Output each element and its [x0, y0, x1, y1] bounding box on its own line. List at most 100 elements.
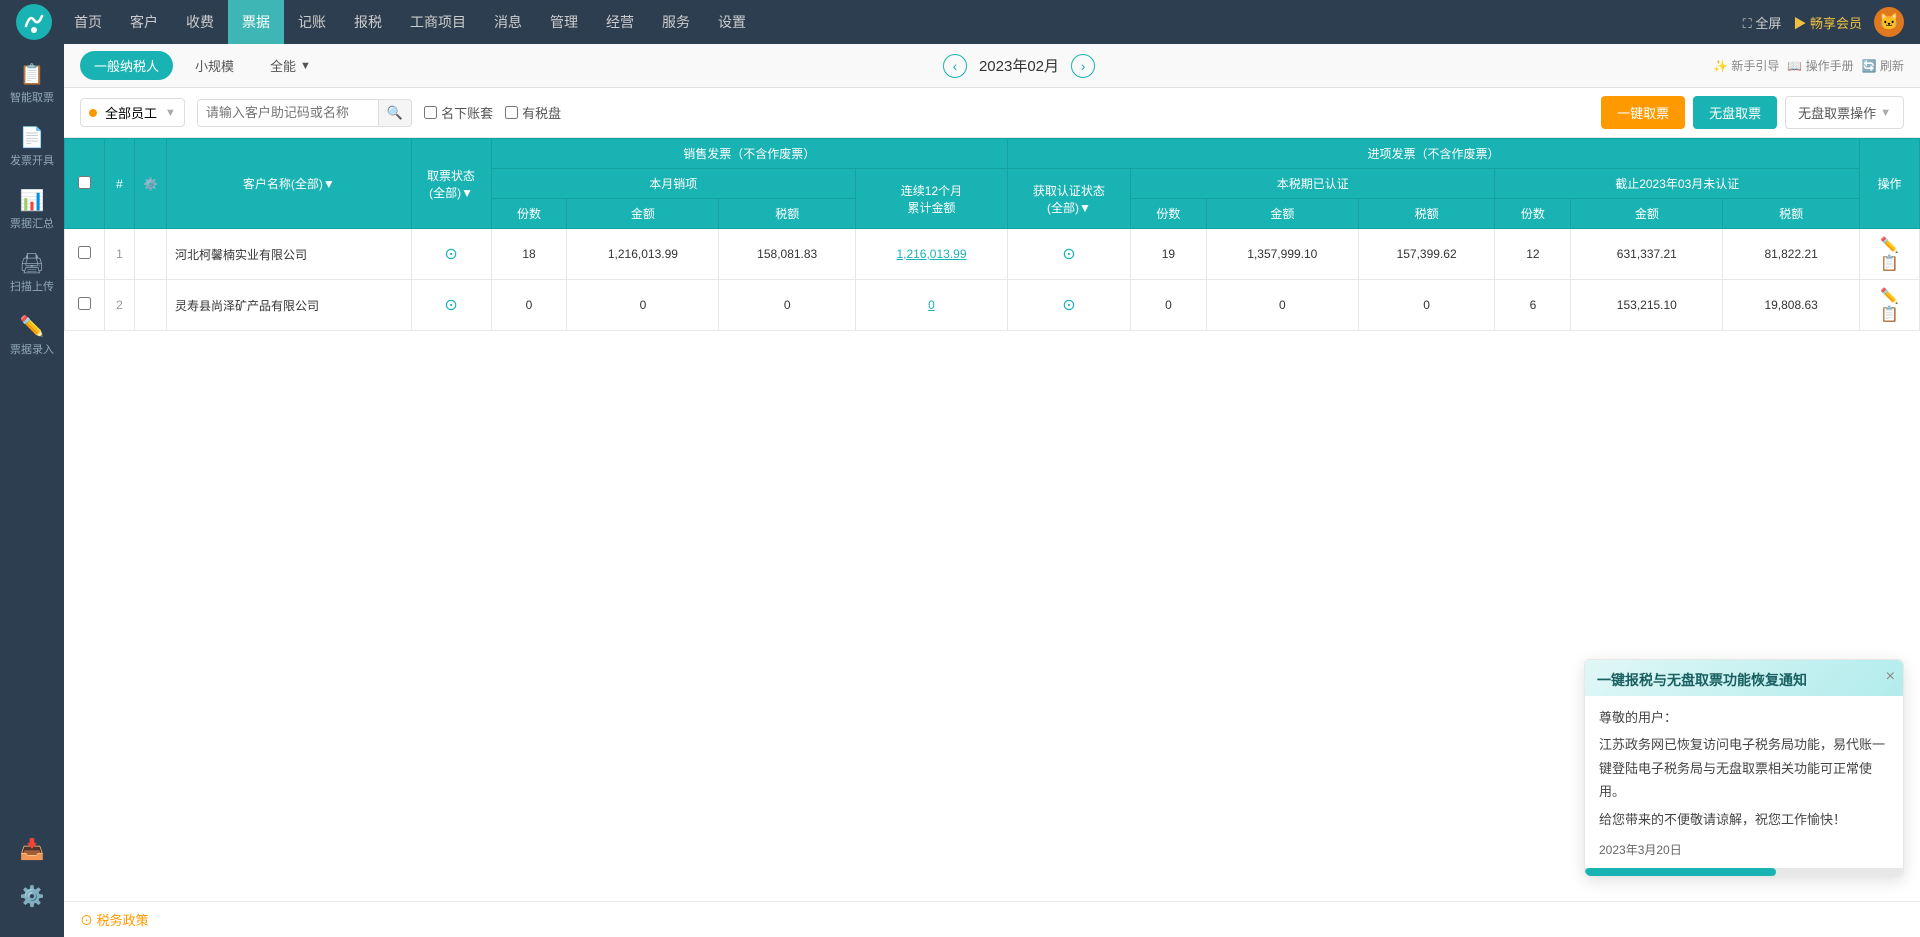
tax-policy-link[interactable]: ⊙ 税务政策 [80, 910, 149, 929]
th-checkbox [65, 139, 105, 229]
detail-icon[interactable]: 📋 [1880, 306, 1899, 323]
th-customer: 客户名称(全部)▼ [167, 139, 412, 229]
manual-btn[interactable]: 📖 操作手册 [1787, 57, 1853, 74]
notification-header: 一键报税与无盘取票功能恢复通知 × [1585, 660, 1903, 696]
row-sale-count: 0 [491, 280, 567, 331]
th-uncert-amount: 金额 [1571, 199, 1723, 229]
edit-icon[interactable]: ✏️ [1880, 237, 1899, 254]
row-num: 1 [105, 229, 135, 280]
nav-business[interactable]: 工商项目 [396, 0, 480, 44]
th-sale-tax: 税额 [719, 199, 856, 229]
tab-bar-right: ✨ 新手引导 📖 操作手册 🔄 刷新 [1713, 57, 1904, 74]
employee-dropdown-icon: ▼ [165, 107, 176, 119]
smart-retrieve-icon: 📋 [20, 62, 45, 87]
checkbox-account[interactable] [424, 106, 437, 119]
search-button[interactable]: 🔍 [378, 100, 411, 126]
row-cert-tax: 157,399.62 [1358, 229, 1495, 280]
quick-retrieve-btn[interactable]: 一键取票 [1601, 96, 1685, 129]
cumulative-link[interactable]: 1,216,013.99 [896, 247, 966, 261]
cumulative-link[interactable]: 0 [928, 298, 935, 312]
no-disk-retrieve-btn[interactable]: 无盘取票 [1693, 96, 1777, 129]
fullscreen-btn[interactable]: ⛶ 全屏 [1743, 13, 1782, 32]
nav-settings[interactable]: 设置 [704, 0, 760, 44]
tab-general-taxpayer[interactable]: 一般纳税人 [80, 51, 173, 80]
row-checkbox[interactable] [78, 297, 91, 310]
checkbox-label-account[interactable]: 名下账套 [424, 103, 493, 122]
edit-icon[interactable]: ✏️ [1880, 288, 1899, 305]
th-status: 取票状态(全部)▼ [411, 139, 491, 229]
sidebar-download-btn[interactable]: 📥 [16, 827, 49, 874]
cert-status-icon: ⊙ [1062, 297, 1075, 314]
detail-icon[interactable]: 📋 [1880, 255, 1899, 272]
row-settings [135, 229, 167, 280]
th-certified: 本税期已认证 [1130, 169, 1495, 199]
row-cert-count: 19 [1130, 229, 1206, 280]
no-disk-ops-btn[interactable]: 无盘取票操作 ▼ [1785, 96, 1904, 129]
th-uncertified: 截止2023年03月未认证 [1495, 169, 1860, 199]
new-guide-btn[interactable]: ✨ 新手引导 [1713, 57, 1779, 74]
refresh-btn[interactable]: 🔄 刷新 [1862, 57, 1904, 74]
sidebar-item-invoice-entry[interactable]: ✏️ 票据录入 [0, 304, 64, 367]
table-body: 1 河北柯馨楠实业有限公司 ⊙ 18 1,216,013.99 158,081.… [65, 229, 1920, 331]
prev-month-btn[interactable]: ‹ [943, 54, 967, 78]
bottom-bar: ⊙ 税务政策 [64, 901, 1920, 937]
th-settings-icon[interactable]: ⚙️ [135, 139, 167, 229]
row-action-cell: ✏️ 📋 [1860, 229, 1920, 280]
row-customer: 河北柯馨楠实业有限公司 [167, 229, 412, 280]
table-header-row-1: # ⚙️ 客户名称(全部)▼ 取票状态(全部)▼ 销售发票（不含作废票） 进项发… [65, 139, 1920, 169]
notification-scrollbar[interactable] [1585, 868, 1903, 876]
nav-operation[interactable]: 经营 [592, 0, 648, 44]
notification-close-btn[interactable]: × [1886, 668, 1895, 686]
sidebar-item-invoice-issue[interactable]: 📄 发票开具 [0, 115, 64, 178]
tab-all-dropdown-icon[interactable]: ▼ [300, 60, 311, 72]
tab-small-scale[interactable]: 小规模 [181, 51, 248, 80]
notification-scroll-thumb [1585, 868, 1776, 876]
checkbox-label-taxdisk[interactable]: 有税盘 [505, 103, 561, 122]
row-sale-tax: 0 [719, 280, 856, 331]
table-row: 2 灵寿县尚泽矿产品有限公司 ⊙ 0 0 0 0 ⊙ 0 0 0 6 153,2… [65, 280, 1920, 331]
row-status: ⊙ [411, 280, 491, 331]
nav-invoice[interactable]: 票据 [228, 0, 284, 44]
guide-icon: ✨ [1713, 59, 1728, 73]
search-input[interactable] [198, 100, 378, 125]
th-sale-group: 销售发票（不含作废票） [491, 139, 1007, 169]
notification-content1: 江苏政务网已恢复访问电子税务局功能，易代账一键登陆电子税务局与无盘取票相关功能可… [1599, 733, 1889, 803]
row-cert-tax: 0 [1358, 280, 1495, 331]
row-action-cell: ✏️ 📋 [1860, 280, 1920, 331]
notification-greeting: 尊敬的用户： [1599, 706, 1889, 729]
employee-select[interactable]: 全部员工 ▼ [80, 98, 185, 127]
row-num: 2 [105, 280, 135, 331]
nav-manage[interactable]: 管理 [536, 0, 592, 44]
nav-bookkeeping[interactable]: 记账 [284, 0, 340, 44]
th-cert-tax: 税额 [1358, 199, 1495, 229]
row-cumulative: 0 [856, 280, 1008, 331]
row-cert-status: ⊙ [1007, 280, 1130, 331]
checkbox-taxdisk[interactable] [505, 106, 518, 119]
sidebar-item-invoice-summary[interactable]: 📊 票据汇总 [0, 178, 64, 241]
th-cert-count: 份数 [1130, 199, 1206, 229]
notification-body: 尊敬的用户： 江苏政务网已恢复访问电子税务局功能，易代账一键登陆电子税务局与无盘… [1585, 696, 1903, 841]
vip-btn[interactable]: ▶ 畅享会员 [1793, 13, 1862, 32]
nav-message[interactable]: 消息 [480, 0, 536, 44]
nav-home[interactable]: 首页 [60, 0, 116, 44]
nav-service[interactable]: 服务 [648, 0, 704, 44]
sidebar-item-scan-upload[interactable]: 🖨 扫描上传 [0, 241, 64, 304]
select-all-checkbox[interactable] [78, 176, 91, 189]
row-cert-amount: 0 [1206, 280, 1358, 331]
row-cumulative: 1,216,013.99 [856, 229, 1008, 280]
nav-tax[interactable]: 报税 [340, 0, 396, 44]
row-checkbox[interactable] [78, 246, 91, 259]
sidebar-settings-btn[interactable]: ⚙️ [16, 874, 49, 921]
tab-all[interactable]: 全能 ▼ [256, 51, 325, 80]
next-month-btn[interactable]: › [1071, 54, 1095, 78]
logo-icon[interactable] [16, 4, 52, 40]
avatar[interactable]: 🐱 [1874, 7, 1904, 37]
row-cert-count: 0 [1130, 280, 1206, 331]
main-table: # ⚙️ 客户名称(全部)▼ 取票状态(全部)▼ 销售发票（不含作废票） 进项发… [64, 138, 1920, 331]
table-row: 1 河北柯馨楠实业有限公司 ⊙ 18 1,216,013.99 158,081.… [65, 229, 1920, 280]
invoice-entry-icon: ✏️ [20, 314, 45, 339]
row-status: ⊙ [411, 229, 491, 280]
nav-fee[interactable]: 收费 [172, 0, 228, 44]
sidebar-item-smart-retrieve[interactable]: 📋 智能取票 [0, 52, 64, 115]
nav-customer[interactable]: 客户 [116, 0, 172, 44]
